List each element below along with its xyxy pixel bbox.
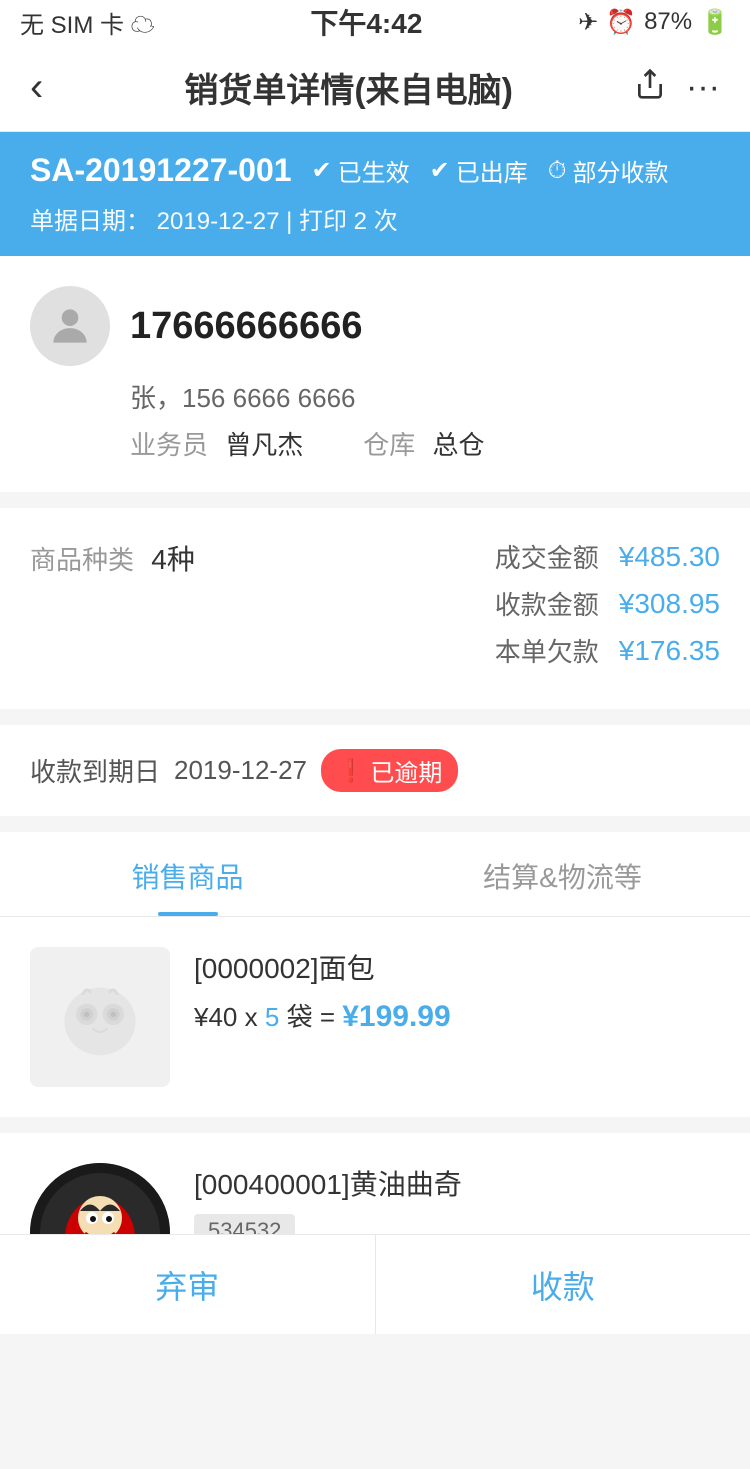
check-icon-effective: ✔ xyxy=(312,156,332,185)
battery-status: 87% xyxy=(644,8,692,36)
status-bar: 无 SIM 卡 ☁ 下午4:42 ✈ ⏰ 87% 🔋 xyxy=(0,0,750,44)
transaction-amount-label: 成交金额 xyxy=(495,538,599,575)
collected-amount-value: ¥308.95 xyxy=(619,588,720,620)
banner-date-row: 单据日期： 2019-12-27 | 打印 2 次 xyxy=(30,201,720,236)
product-info-1: [0000002]面包 ¥40 x 5 袋 = ¥199.99 xyxy=(194,947,720,1034)
customer-name: 17666666666 xyxy=(130,305,362,348)
battery-icon: 🔋 xyxy=(700,8,730,37)
alarm-icon: ⏰ xyxy=(606,8,636,37)
owed-amount-label: 本单欠款 xyxy=(495,632,599,669)
product-total-1: ¥199.99 xyxy=(342,1000,450,1033)
product-types: 商品种类 4种 xyxy=(30,538,195,578)
location-icon: ✈ xyxy=(578,8,598,37)
more-icon[interactable]: ··· xyxy=(686,68,720,107)
overdue-badge: ❗ 已逾期 xyxy=(321,749,458,792)
salesperson-label: 业务员 曾凡杰 xyxy=(130,425,303,462)
check-icon-outbound: ✔ xyxy=(430,156,450,185)
date-label: 单据日期： xyxy=(30,208,150,235)
tabs-container: 销售商品 结算&物流等 xyxy=(0,832,750,917)
sim-status: 无 SIM 卡 ☁ xyxy=(20,5,155,40)
product-image-1 xyxy=(30,947,170,1087)
nav-bar: ‹ 销货单详情(来自电脑) ··· xyxy=(0,44,750,132)
stats-row: 商品种类 4种 成交金额 ¥485.30 收款金额 ¥308.95 本单欠款 ¥… xyxy=(30,538,720,679)
warehouse-value: 总仓 xyxy=(433,430,485,460)
tab-products[interactable]: 销售商品 xyxy=(0,832,375,916)
overdue-text: 已逾期 xyxy=(370,753,442,788)
collected-amount-row: 收款金额 ¥308.95 xyxy=(495,585,720,622)
cancel-review-button[interactable]: 弃审 xyxy=(0,1235,376,1334)
status-time: 下午4:42 xyxy=(310,2,422,42)
banner-row1: SA-20191227-001 ✔ 已生效 ✔ 已出库 ⏱ 部分收款 xyxy=(30,152,720,189)
owed-amount-row: 本单欠款 ¥176.35 xyxy=(495,632,720,669)
order-id: SA-20191227-001 xyxy=(30,152,292,189)
salesperson-value: 曾凡杰 xyxy=(225,430,303,460)
amount-stats: 成交金额 ¥485.30 收款金额 ¥308.95 本单欠款 ¥176.35 xyxy=(495,538,720,679)
due-date-label: 收款到期日 xyxy=(30,752,160,789)
list-item: [0000002]面包 ¥40 x 5 袋 = ¥199.99 xyxy=(0,917,750,1117)
customer-sub-info: 张，156 6666 6666 xyxy=(30,378,720,415)
bottom-bar: 弃审 收款 xyxy=(0,1234,750,1334)
transaction-amount-value: ¥485.30 xyxy=(619,541,720,573)
collect-payment-button[interactable]: 收款 xyxy=(376,1235,750,1334)
warehouse-label: 仓库 总仓 xyxy=(363,425,484,462)
customer-row: 17666666666 xyxy=(30,286,720,366)
status-badge-outbound: ✔ 已出库 xyxy=(430,153,528,188)
order-date: 2019-12-27 xyxy=(157,208,280,235)
transaction-amount-row: 成交金额 ¥485.30 xyxy=(495,538,720,575)
product-list: [0000002]面包 ¥40 x 5 袋 = ¥199.99 xyxy=(0,917,750,1469)
due-date-value: 2019-12-27 xyxy=(174,755,307,786)
nav-actions: ··· xyxy=(634,68,720,108)
order-banner: SA-20191227-001 ✔ 已生效 ✔ 已出库 ⏱ 部分收款 单据日期：… xyxy=(0,132,750,256)
page-title: 销货单详情(来自电脑) xyxy=(63,63,634,112)
product-name-1: [0000002]面包 xyxy=(194,947,720,987)
due-date-section: 收款到期日 2019-12-27 ❗ 已逾期 xyxy=(0,725,750,816)
overdue-icon: ❗ xyxy=(337,758,364,784)
stats-section: 商品种类 4种 成交金额 ¥485.30 收款金额 ¥308.95 本单欠款 ¥… xyxy=(0,508,750,709)
owed-amount-value: ¥176.35 xyxy=(619,635,720,667)
print-info: | 打印 2 次 xyxy=(286,208,398,235)
status-badge-partial: ⏱ 部分收款 xyxy=(548,153,669,188)
status-right: ✈ ⏰ 87% 🔋 xyxy=(578,8,730,37)
clock-icon: ⏱ xyxy=(548,157,567,185)
back-button[interactable]: ‹ xyxy=(30,65,43,110)
tab-settlement[interactable]: 结算&物流等 xyxy=(375,832,750,916)
share-icon[interactable] xyxy=(634,68,666,108)
product-qty-1: 5 xyxy=(265,1002,279,1032)
status-badge-effective: ✔ 已生效 xyxy=(312,153,410,188)
product-types-value: 4种 xyxy=(151,544,195,575)
product-name-2: [000400001]黄油曲奇 xyxy=(194,1163,720,1203)
customer-avatar xyxy=(30,286,110,366)
product-price-1: ¥40 x 5 袋 = ¥199.99 xyxy=(194,997,720,1034)
customer-section: 17666666666 张，156 6666 6666 业务员 曾凡杰 仓库 总… xyxy=(0,256,750,492)
collected-amount-label: 收款金额 xyxy=(495,585,599,622)
customer-meta: 业务员 曾凡杰 仓库 总仓 xyxy=(30,425,720,462)
status-left: 无 SIM 卡 ☁ xyxy=(20,5,155,40)
